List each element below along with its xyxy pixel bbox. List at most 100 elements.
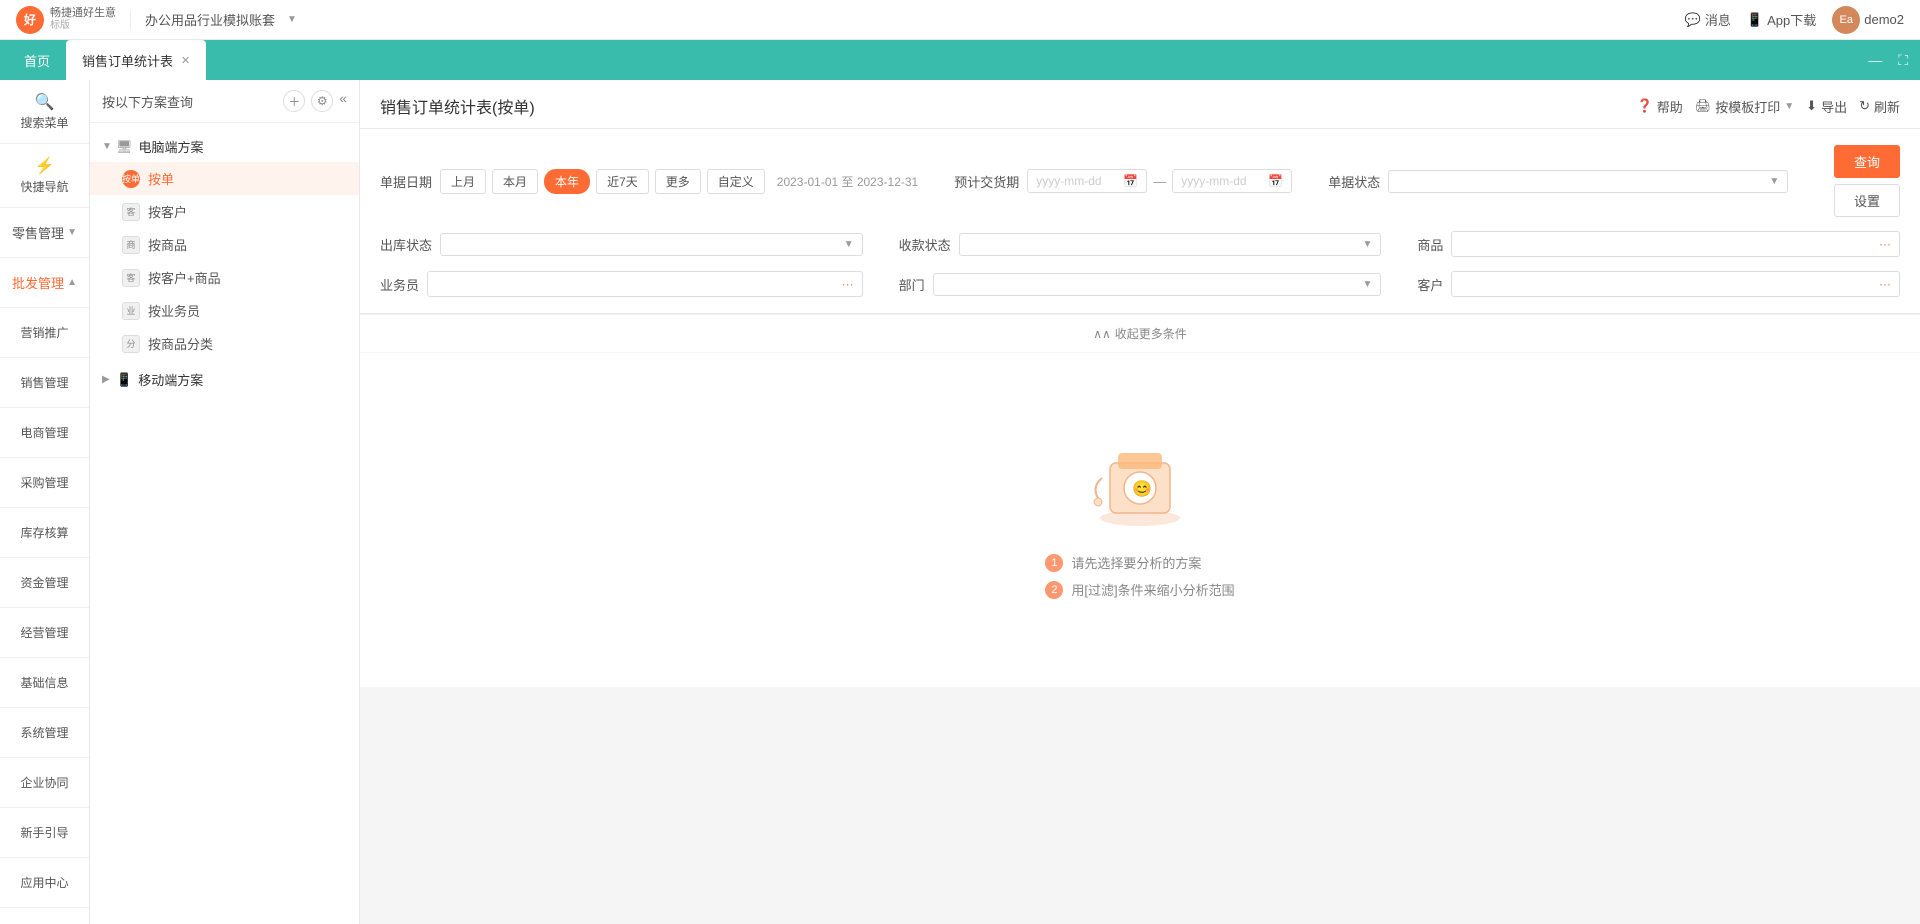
tab-sales-order-stat[interactable]: 销售订单统计表 ✕ [66, 40, 206, 80]
sidebar-item-search[interactable]: 🔍 搜索菜单 [0, 80, 89, 144]
filter-row-1: 单据日期 上月 本月 本年 近7天 更多 自定义 2023-01-01 至 20… [380, 145, 1900, 217]
minimize-icon[interactable]: — [1864, 48, 1886, 72]
left-panel-icons: ＋ ⚙ « [283, 90, 347, 112]
main-layout: 🔍 搜索菜单 ⚡ 快捷导航 零售管理 ▼ 批发管理 ▲ 营销推广 销售管理 电商… [0, 80, 1920, 924]
custom-btn[interactable]: 自定义 [707, 169, 765, 194]
goods-input[interactable]: ··· [1451, 231, 1900, 257]
department-field: 部门 ▼ [899, 273, 1382, 296]
shoukuan-status-select[interactable]: ▼ [959, 233, 1382, 256]
by-order-icon: 按单 [122, 170, 140, 188]
query-button[interactable]: 查询 [1834, 145, 1900, 178]
tab-home[interactable]: 首页 [8, 40, 66, 80]
sidebar-item-basic[interactable]: 基础信息 [0, 658, 89, 708]
quick-nav-icon: ⚡ [35, 156, 55, 176]
goods-more-icon[interactable]: ··· [1879, 237, 1891, 251]
wholesale-arrow: ▲ [67, 277, 77, 288]
sidebar-item-sales-mgmt[interactable]: 销售管理 [0, 358, 89, 408]
danju-status-label: 单据状态 [1328, 172, 1380, 191]
expected-delivery-field: 预计交货期 yyyy-mm-dd 📅 — yyyy-mm-dd 📅 [954, 169, 1292, 193]
tree-child-by-goods[interactable]: 商 按商品 [90, 228, 359, 261]
sidebar-item-corp[interactable]: 企业协同 [0, 758, 89, 808]
tree-section: ▼ 🖥 电脑端方案 按单 按单 客 按客户 商 按商品 客 [90, 123, 359, 403]
settings-button[interactable]: 设置 [1834, 184, 1900, 217]
msg-button[interactable]: 💬 消息 [1685, 10, 1731, 29]
sidebar-item-newbie[interactable]: 新手引导 [0, 808, 89, 858]
department-select[interactable]: ▼ [933, 273, 1382, 296]
tree-child-by-order[interactable]: 按单 按单 [90, 162, 359, 195]
refresh-icon: ↻ [1859, 98, 1870, 114]
sidebar-item-marketing[interactable]: 营销推广 [0, 308, 89, 358]
this-year-btn[interactable]: 本年 [544, 169, 590, 194]
empty-hint-2: 2 用[过滤]条件来缩小分析范围 [1045, 580, 1234, 599]
settings-scheme-button[interactable]: ⚙ [311, 90, 333, 112]
empty-state: 😊 1 请先选择要分析的方案 2 用[过滤]条件来缩小分析范围 [360, 353, 1920, 687]
delivery-date-range: yyyy-mm-dd 📅 — yyyy-mm-dd 📅 [1027, 169, 1292, 193]
goods-label: 商品 [1417, 235, 1443, 254]
refresh-button[interactable]: ↻ 刷新 [1859, 97, 1900, 116]
more-btn[interactable]: 更多 [655, 169, 701, 194]
tab-close-icon[interactable]: ✕ [181, 54, 190, 67]
tree-child-by-goods-cat[interactable]: 分 按商品分类 [90, 327, 359, 360]
tree-child-by-cust-goods[interactable]: 客 按客户+商品 [90, 261, 359, 294]
customer-label: 客户 [1417, 275, 1443, 294]
user-avatar: Ea [1832, 6, 1860, 34]
sidebar-item-operation[interactable]: 经营管理 [0, 608, 89, 658]
salesman-input[interactable]: ··· [427, 271, 863, 297]
monitor-icon: 🖥 [116, 139, 133, 155]
sidebar-item-retail[interactable]: 零售管理 ▼ [0, 208, 89, 258]
sidebar-item-ecom[interactable]: 电商管理 [0, 408, 89, 458]
empty-illustration: 😊 [1080, 433, 1200, 533]
goods-field: 商品 ··· [1417, 231, 1900, 257]
by-goods-icon: 商 [122, 236, 140, 254]
customer-input[interactable]: ··· [1451, 271, 1900, 297]
sidebar-item-appcenter[interactable]: 应用中心 [0, 858, 89, 908]
this-month-btn[interactable]: 本月 [492, 169, 538, 194]
tree-child-by-customer[interactable]: 客 按客户 [90, 195, 359, 228]
collapse-button[interactable]: ∧∧ 收起更多条件 [1093, 325, 1187, 342]
sidebar-item-system[interactable]: 系统管理 [0, 708, 89, 758]
app-title-arrow[interactable]: ▼ [287, 14, 297, 25]
salesman-more-icon[interactable]: ··· [842, 277, 854, 291]
chuku-status-select[interactable]: ▼ [440, 233, 863, 256]
shoukuan-select-arrow: ▼ [1362, 239, 1372, 250]
query-group: 查询 设置 [1834, 145, 1900, 217]
department-select-arrow: ▼ [1362, 279, 1372, 290]
date-btn-group: 上月 本月 本年 近7天 更多 自定义 2023-01-01 至 2023-12… [440, 169, 918, 194]
page-header: 销售订单统计表(按单) ❓ 帮助 🖨 按模板打印 ▼ ⬇ 导出 [360, 80, 1920, 129]
delivery-date-from[interactable]: yyyy-mm-dd 📅 [1027, 169, 1147, 193]
sidebar-item-purchase[interactable]: 采购管理 [0, 458, 89, 508]
page-actions: ❓ 帮助 🖨 按模板打印 ▼ ⬇ 导出 ↻ 刷新 [1637, 97, 1900, 116]
collapse-panel-button[interactable]: « [339, 90, 347, 112]
shoukuan-status-field: 收款状态 ▼ [899, 233, 1382, 256]
print-icon: 🖨 [1695, 98, 1712, 114]
chuku-status-field: 出库状态 ▼ [380, 233, 863, 256]
export-icon: ⬇ [1806, 98, 1817, 114]
sidebar-item-inventory[interactable]: 库存核算 [0, 508, 89, 558]
sidebar-item-wholesale[interactable]: 批发管理 ▲ [0, 258, 89, 308]
delivery-date-to[interactable]: yyyy-mm-dd 📅 [1172, 169, 1292, 193]
last-month-btn[interactable]: 上月 [440, 169, 486, 194]
add-scheme-button[interactable]: ＋ [283, 90, 305, 112]
maximize-icon[interactable]: ⛶ [1894, 48, 1912, 73]
mobile-icon: 📱 [116, 372, 132, 388]
left-panel: 按以下方案查询 ＋ ⚙ « ▼ 🖥 电脑端方案 按单 按单 客 [90, 80, 360, 924]
tree-child-by-salesman[interactable]: 业 按业务员 [90, 294, 359, 327]
export-button[interactable]: ⬇ 导出 [1806, 97, 1847, 116]
app-download-button[interactable]: 📱 App下载 [1747, 10, 1816, 29]
customer-more-icon[interactable]: ··· [1879, 277, 1891, 291]
sidebar-item-finance[interactable]: 资金管理 [0, 558, 89, 608]
user-area[interactable]: Ea demo2 [1832, 6, 1904, 34]
sidebar-item-quick-nav[interactable]: ⚡ 快捷导航 [0, 144, 89, 208]
help-button[interactable]: ❓ 帮助 [1637, 97, 1683, 116]
download-icon: 📱 [1747, 12, 1763, 28]
tree-parent-pc[interactable]: ▼ 🖥 电脑端方案 [90, 131, 359, 162]
danju-status-select[interactable]: ▼ [1388, 170, 1788, 193]
template-print-button[interactable]: 🖨 按模板打印 ▼ [1695, 97, 1794, 116]
filter-area: 单据日期 上月 本月 本年 近7天 更多 自定义 2023-01-01 至 20… [360, 129, 1920, 314]
by-customer-icon: 客 [122, 203, 140, 221]
tree-parent-mobile[interactable]: ▶ 📱 移动端方案 [90, 364, 359, 395]
last-7-days-btn[interactable]: 近7天 [596, 169, 649, 194]
print-arrow: ▼ [1784, 101, 1794, 112]
sidebar-item-corpwx[interactable]: 企业微信 [0, 908, 89, 924]
cal-to-icon: 📅 [1268, 174, 1283, 188]
